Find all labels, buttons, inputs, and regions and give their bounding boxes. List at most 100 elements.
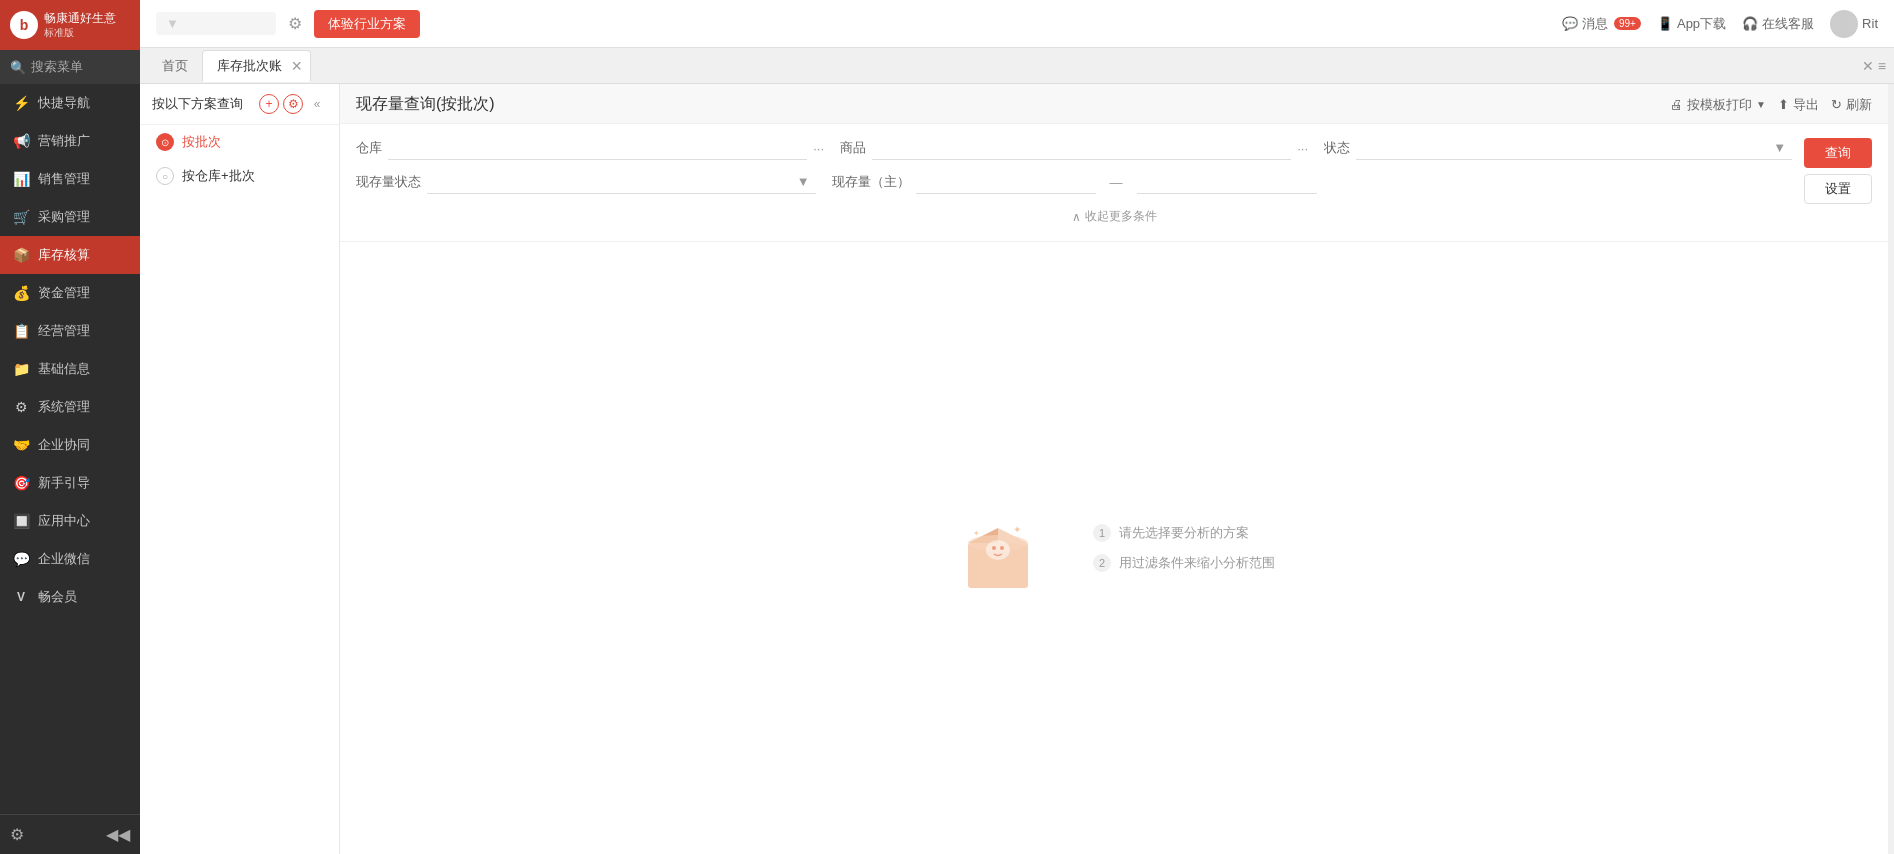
stock-qty-label: 现存量（主） — [832, 173, 910, 191]
sidebar-item-purchase[interactable]: 🛒 采购管理 — [0, 198, 140, 236]
sidebar-item-system[interactable]: ⚙ 系统管理 — [0, 388, 140, 426]
status-select-arrow: ▼ — [1773, 140, 1786, 155]
message-action[interactable]: 💬 消息 99+ — [1562, 15, 1641, 33]
sidebar-item-inventory[interactable]: 📦 库存核算 — [0, 236, 140, 274]
empty-hint-1: 1 请先选择要分析的方案 — [1093, 524, 1275, 542]
query-button[interactable]: 查询 — [1804, 138, 1872, 168]
stock-status-select[interactable]: ▼ — [427, 170, 816, 194]
tab-close-button[interactable]: × — [291, 55, 302, 76]
trial-industry-button[interactable]: 体验行业方案 — [314, 10, 420, 38]
scheme-item-label: 按批次 — [182, 133, 221, 151]
export-icon: ⬆ — [1778, 97, 1789, 112]
sidebar-item-label: 系统管理 — [38, 398, 90, 416]
settings-footer-icon[interactable]: ⚙ — [10, 825, 24, 844]
close-all-tabs-icon[interactable]: ✕ — [1862, 58, 1874, 74]
left-panel-header: 按以下方案查询 + ⚙ « — [140, 84, 339, 125]
app-title: 畅康通好生意 标准版 — [44, 11, 116, 40]
sidebar-item-sales[interactable]: 📊 销售管理 — [0, 160, 140, 198]
tab-inventory-batch[interactable]: 库存批次账 × — [202, 50, 311, 82]
filter-area-wrapper: 仓库 ··· 商品 ··· 状态 — [356, 136, 1872, 204]
status-filter: 状态 ▼ — [1324, 136, 1792, 160]
scheme-item-label: 按仓库+批次 — [182, 167, 255, 185]
right-panel: 现存量查询(按批次) 🖨 按模板打印 ▼ ⬆ 导出 ↻ 刷新 — [340, 84, 1888, 854]
topbar-settings-icon[interactable]: ⚙ — [288, 14, 302, 33]
print-dropdown-icon[interactable]: ▼ — [1756, 99, 1766, 110]
scheme-item-warehouse-batch[interactable]: ○ 按仓库+批次 — [140, 159, 339, 193]
app-download-label: App下载 — [1677, 15, 1726, 33]
app-logo: b — [10, 11, 38, 39]
warehouse-input[interactable] — [388, 136, 807, 160]
user-avatar-action[interactable]: Rit — [1830, 10, 1878, 38]
settings-button[interactable]: 设置 — [1804, 174, 1872, 204]
refresh-action[interactable]: ↻ 刷新 — [1831, 96, 1872, 114]
guide-icon: 🎯 — [12, 474, 30, 492]
sidebar-item-finance[interactable]: 💰 资金管理 — [0, 274, 140, 312]
print-label: 按模板打印 — [1687, 96, 1752, 114]
svg-text:✦: ✦ — [973, 529, 980, 538]
basic-info-icon: 📁 — [12, 360, 30, 378]
stock-qty-max-input[interactable] — [1137, 170, 1317, 194]
export-action[interactable]: ⬆ 导出 — [1778, 96, 1819, 114]
app-download-icon: 📱 — [1657, 16, 1673, 31]
scheme-item-batch[interactable]: ⊙ 按批次 — [140, 125, 339, 159]
add-scheme-button[interactable]: + — [259, 94, 279, 114]
stock-qty-min-input[interactable] — [916, 170, 1096, 194]
stock-status-label: 现存量状态 — [356, 173, 421, 191]
empty-svg: ✦ ✦ — [953, 498, 1053, 598]
status-label: 状态 — [1324, 139, 1350, 157]
headset-icon: 🎧 — [1742, 16, 1758, 31]
right-scrollbar[interactable] — [1888, 84, 1894, 854]
sidebar-item-members[interactable]: V 畅会员 — [0, 578, 140, 616]
sidebar-item-enterprise[interactable]: 🤝 企业协同 — [0, 426, 140, 464]
warehouse-filter: 仓库 ··· — [356, 136, 824, 160]
product-input[interactable] — [872, 136, 1291, 160]
topbar-search-box[interactable]: ▼ — [156, 12, 276, 35]
scheme-settings-button[interactable]: ⚙ — [283, 94, 303, 114]
operations-icon: 📋 — [12, 322, 30, 340]
sidebar-item-label: 应用中心 — [38, 512, 90, 530]
filter-buttons: 查询 设置 — [1792, 136, 1872, 204]
refresh-label: 刷新 — [1846, 96, 1872, 114]
product-more-button[interactable]: ··· — [1297, 141, 1308, 156]
filter-row-2: 现存量状态 ▼ 现存量（主） — — [356, 170, 1792, 194]
online-service-action[interactable]: 🎧 在线客服 — [1742, 15, 1814, 33]
sidebar-item-marketing[interactable]: 📢 营销推广 — [0, 122, 140, 160]
quick-nav-icon: ⚡ — [12, 94, 30, 112]
sidebar-item-label: 快捷导航 — [38, 94, 90, 112]
sidebar-item-guide[interactable]: 🎯 新手引导 — [0, 464, 140, 502]
collapse-panel-button[interactable]: « — [307, 94, 327, 114]
avatar — [1830, 10, 1858, 38]
sales-icon: 📊 — [12, 170, 30, 188]
sidebar-item-app-center[interactable]: 🔲 应用中心 — [0, 502, 140, 540]
sidebar-item-operations[interactable]: 📋 经营管理 — [0, 312, 140, 350]
status-select[interactable]: ▼ — [1356, 136, 1792, 160]
sidebar-search[interactable]: 🔍 搜索菜单 — [0, 50, 140, 84]
sidebar-item-quick-nav[interactable]: ⚡ 快捷导航 — [0, 84, 140, 122]
more-tabs-icon[interactable]: ≡ — [1878, 58, 1886, 74]
purchase-icon: 🛒 — [12, 208, 30, 226]
topbar-actions: 💬 消息 99+ 📱 App下载 🎧 在线客服 Rit — [1562, 10, 1878, 38]
collapse-conditions-button[interactable]: ∧ 收起更多条件 — [356, 204, 1872, 229]
topbar-search-icon: ▼ — [166, 16, 179, 31]
filter-area: 仓库 ··· 商品 ··· 状态 — [340, 124, 1888, 242]
sidebar-item-label: 资金管理 — [38, 284, 90, 302]
sidebar-item-wechat[interactable]: 💬 企业微信 — [0, 540, 140, 578]
print-action[interactable]: 🖨 按模板打印 ▼ — [1670, 96, 1766, 114]
message-badge: 99+ — [1614, 17, 1641, 30]
product-filter: 商品 ··· — [840, 136, 1308, 160]
sidebar: b 畅康通好生意 标准版 🔍 搜索菜单 ⚡ 快捷导航 📢 营销推广 📊 销售管理… — [0, 0, 140, 854]
tab-home[interactable]: 首页 — [148, 51, 202, 81]
page-title: 现存量查询(按批次) — [356, 94, 495, 115]
export-label: 导出 — [1793, 96, 1819, 114]
collapse-sidebar-icon[interactable]: ◀◀ — [106, 825, 130, 844]
finance-icon: 💰 — [12, 284, 30, 302]
warehouse-more-button[interactable]: ··· — [813, 141, 824, 156]
left-panel: 按以下方案查询 + ⚙ « ⊙ 按批次 ○ — [140, 84, 340, 854]
empty-hint-2: 2 用过滤条件来缩小分析范围 — [1093, 554, 1275, 572]
sidebar-item-basic-info[interactable]: 📁 基础信息 — [0, 350, 140, 388]
filter-row-1: 仓库 ··· 商品 ··· 状态 — [356, 136, 1792, 160]
sidebar-item-label: 销售管理 — [38, 170, 90, 188]
app-download-action[interactable]: 📱 App下载 — [1657, 15, 1726, 33]
product-label: 商品 — [840, 139, 866, 157]
wechat-icon: 💬 — [12, 550, 30, 568]
